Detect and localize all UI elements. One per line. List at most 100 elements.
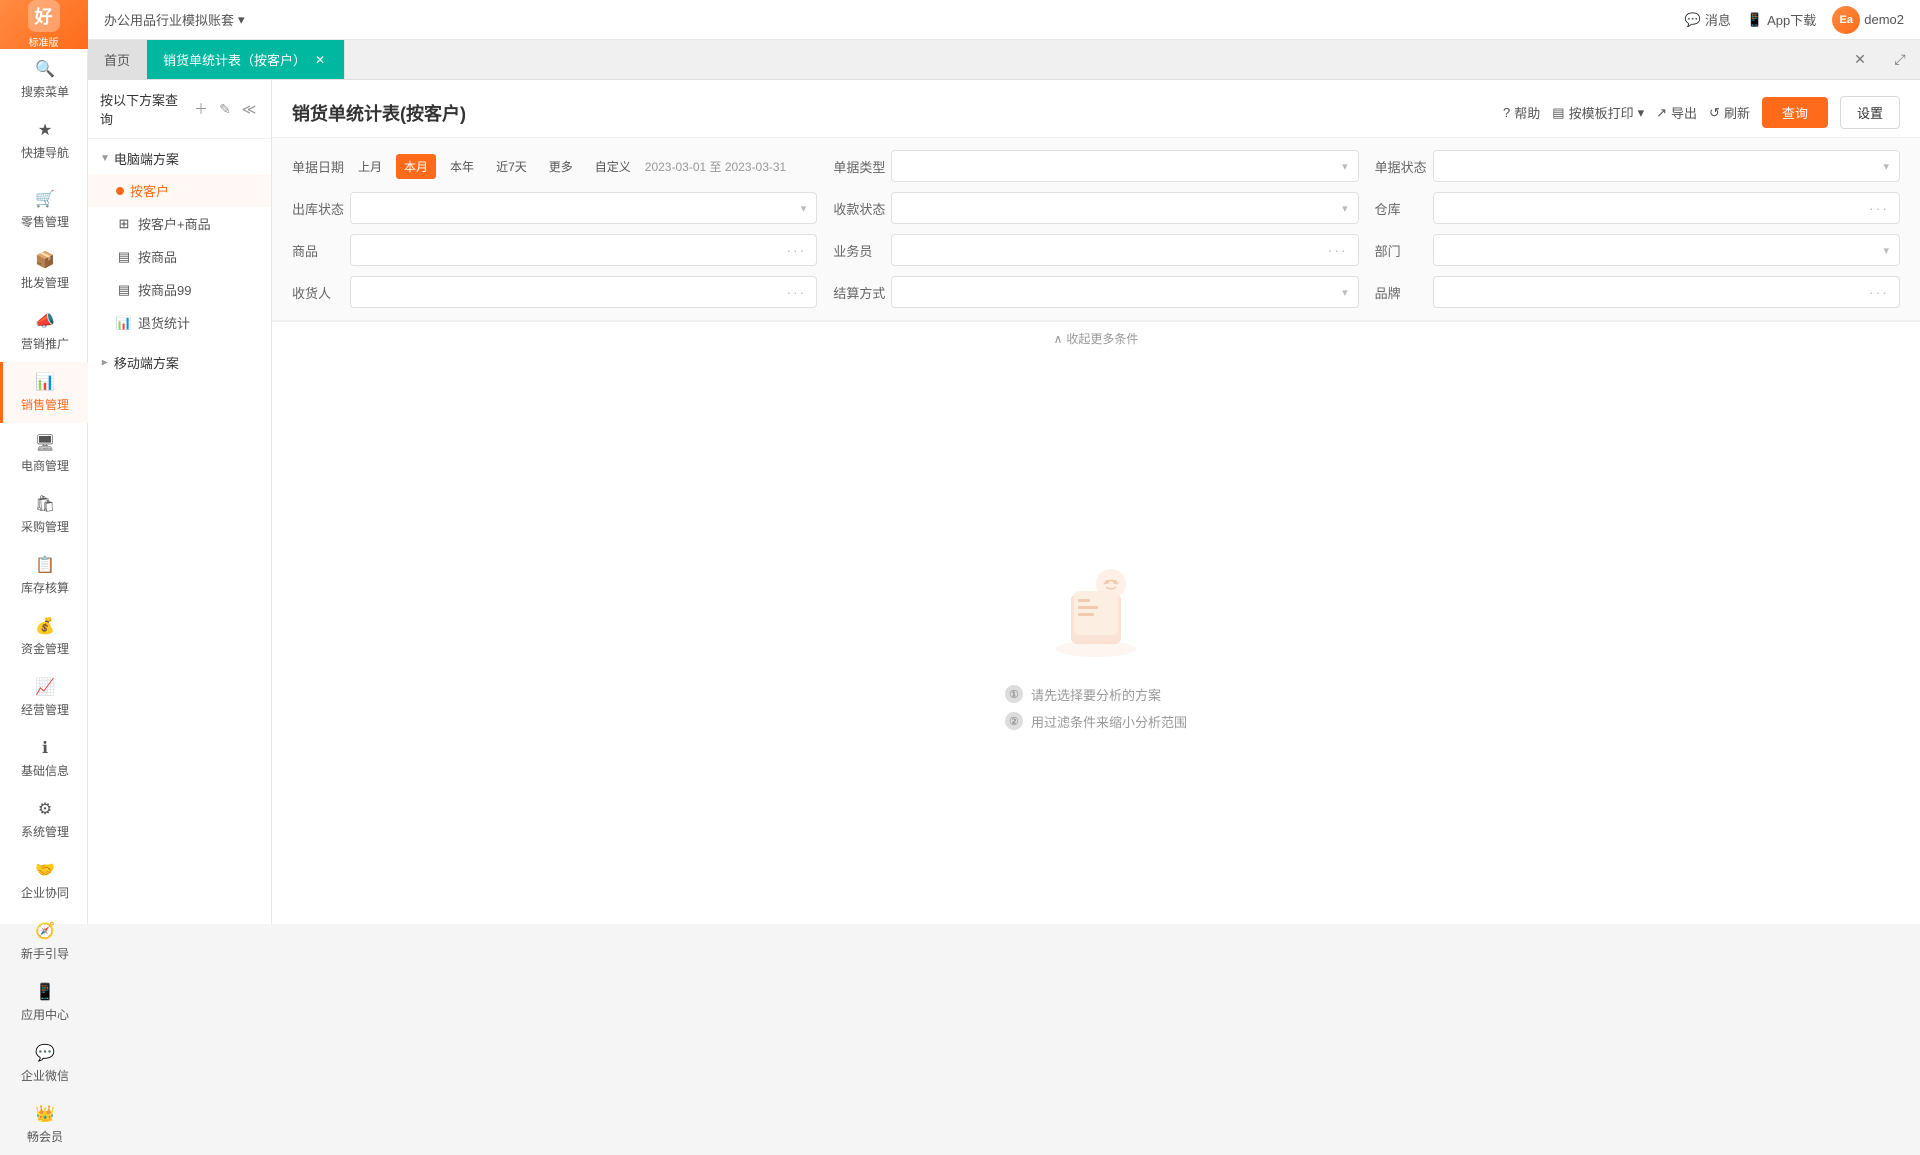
filter-area: 单据日期 上月 本月 本年 近7天 更多 自定义 2023-03-01 至 20… xyxy=(272,138,1920,321)
sidebar-item-app-center[interactable]: 📱 应用中心 xyxy=(0,972,88,1033)
payment-status-chevron: ▾ xyxy=(1342,202,1348,215)
date-shortcut-last-month[interactable]: 上月 xyxy=(350,154,390,179)
sidebar-item-member[interactable]: 👑 畅会员 xyxy=(0,1094,88,1155)
settlement-select[interactable]: ▾ xyxy=(891,276,1358,308)
template-print-icon: ▤ xyxy=(1552,105,1564,121)
add-scheme-button[interactable]: ＋ xyxy=(191,99,211,119)
date-shortcut-this-month[interactable]: 本月 xyxy=(396,154,436,179)
export-icon: ↗ xyxy=(1656,105,1667,121)
query-button[interactable]: 查询 xyxy=(1762,97,1828,128)
refresh-icon: ↺ xyxy=(1709,105,1720,121)
sidebar-item-purchase-mgmt[interactable]: 🛍 采购管理 xyxy=(0,484,88,545)
sidebar-item-finance-mgmt[interactable]: 💰 资金管理 xyxy=(0,606,88,667)
doc-type-select[interactable]: ▾ xyxy=(891,150,1358,182)
sidebar-item-ecommerce-mgmt[interactable]: 🖥 电商管理 xyxy=(0,423,88,484)
sales-mgmt-icon: 📊 xyxy=(35,372,55,392)
product-filter-item: 商品 ··· xyxy=(292,234,817,266)
template-print-action[interactable]: ▤ 按模板打印 ▾ xyxy=(1552,103,1644,122)
settlement-chevron: ▾ xyxy=(1342,286,1348,299)
salesperson-dots: ··· xyxy=(1328,242,1348,258)
sidebar-item-basic-info[interactable]: ℹ 基础信息 xyxy=(0,728,88,789)
settings-button[interactable]: 设置 xyxy=(1840,96,1900,129)
mobile-section: ▼ 移动端方案 xyxy=(88,343,271,382)
sidebar-item-enterprise-wechat[interactable]: 💬 企业微信 xyxy=(0,1033,88,1094)
export-action[interactable]: ↗ 导出 xyxy=(1656,103,1697,122)
sidebar-item-search-menu[interactable]: 🔍 搜索菜单 xyxy=(0,49,88,110)
scheme-item-by-customer[interactable]: 按客户 xyxy=(88,174,271,207)
sys-mgmt-icon: ⚙ xyxy=(35,799,55,819)
app-logo[interactable]: 好 标准版 xyxy=(0,0,88,49)
member-icon: 👑 xyxy=(35,1104,55,1124)
basic-info-icon: ℹ xyxy=(35,738,55,758)
user-profile[interactable]: Ea demo2 xyxy=(1832,6,1904,34)
recipient-dots: ··· xyxy=(786,284,806,300)
collapse-icon: ∧ xyxy=(1054,332,1063,346)
product-icon: ▤ xyxy=(116,249,132,265)
logo-text: 标准版 xyxy=(29,34,59,49)
refresh-action[interactable]: ↺ 刷新 xyxy=(1709,103,1750,122)
tab-sales-stat[interactable]: 销货单统计表（按客户） ✕ xyxy=(147,40,345,79)
collapse-button[interactable]: ∧ 收起更多条件 xyxy=(1046,328,1147,349)
tab-home[interactable]: 首页 xyxy=(88,40,147,79)
top-header-left: 办公用品行业模拟账套 ▾ xyxy=(104,10,245,29)
left-panel-actions: ＋ ✎ ≪ xyxy=(191,99,259,119)
search-menu-icon: 🔍 xyxy=(35,59,55,79)
sidebar-item-sales-mgmt[interactable]: 📊 销售管理 xyxy=(0,362,88,423)
desktop-section-header[interactable]: ▼ 电脑端方案 xyxy=(88,143,271,174)
date-shortcut-more[interactable]: 更多 xyxy=(541,154,581,179)
tab-close-button[interactable]: ✕ xyxy=(312,52,328,68)
left-panel: 按以下方案查询 ＋ ✎ ≪ ▼ 电脑端方案 按客户 ⊞ 按客 xyxy=(88,80,272,924)
department-filter-item: 部门 ▾ xyxy=(1375,234,1900,266)
active-indicator xyxy=(116,187,124,195)
empty-tip-2: ② 用过滤条件来缩小分析范围 xyxy=(1005,712,1187,731)
sidebar-item-enterprise-collab[interactable]: 🤝 企业协同 xyxy=(0,850,88,911)
collapse-panel-button[interactable]: ≪ xyxy=(239,99,259,119)
finance-mgmt-icon: 💰 xyxy=(35,616,55,636)
scheme-item-return-stat[interactable]: 📊 退货统计 xyxy=(88,306,271,339)
window-close-button[interactable]: ✕ xyxy=(1840,40,1880,80)
doc-status-select[interactable]: ▾ xyxy=(1433,150,1900,182)
message-action[interactable]: 💬 消息 xyxy=(1685,10,1731,29)
customer-product-icon: ⊞ xyxy=(116,216,132,232)
date-shortcut-last-7-days[interactable]: 近7天 xyxy=(488,154,535,179)
window-maximize-button[interactable]: ⤢ xyxy=(1880,40,1920,80)
inventory-check-icon: 📋 xyxy=(35,555,55,575)
logo-icon: 好 xyxy=(28,0,60,32)
scheme-item-by-product[interactable]: ▤ 按商品 xyxy=(88,240,271,273)
page-title: 销货单统计表(按客户) xyxy=(292,100,466,126)
content-area: 按以下方案查询 ＋ ✎ ≪ ▼ 电脑端方案 按客户 ⊞ 按客 xyxy=(88,80,1920,924)
scheme-item-by-customer-product[interactable]: ⊞ 按客户+商品 xyxy=(88,207,271,240)
doc-status-filter-item: 单据状态 ▾ xyxy=(1375,150,1900,182)
doc-type-chevron: ▾ xyxy=(1342,160,1348,173)
warehouse-select[interactable]: ··· xyxy=(1433,192,1900,224)
edit-scheme-button[interactable]: ✎ xyxy=(215,99,235,119)
out-warehouse-select[interactable]: ▾ xyxy=(350,192,817,224)
empty-tip-1: ① 请先选择要分析的方案 xyxy=(1005,685,1187,704)
collapse-bar[interactable]: ∧ 收起更多条件 xyxy=(272,321,1920,355)
doc-status-chevron: ▾ xyxy=(1883,160,1889,173)
sidebar-item-quick-nav[interactable]: ★ 快捷导航 xyxy=(0,110,88,171)
sidebar-item-wholesale-mgmt[interactable]: 📦 批发管理 xyxy=(0,240,88,301)
brand-select[interactable]: ··· xyxy=(1433,276,1900,308)
scheme-item-by-product-99[interactable]: ▤ 按商品99 xyxy=(88,273,271,306)
sidebar-item-sys-mgmt[interactable]: ⚙ 系统管理 xyxy=(0,789,88,850)
sidebar-item-inventory-check[interactable]: 📋 库存核算 xyxy=(0,545,88,606)
payment-status-select[interactable]: ▾ xyxy=(891,192,1358,224)
sidebar-item-biz-mgmt[interactable]: 📈 经营管理 xyxy=(0,667,88,728)
sidebar-item-marketing[interactable]: 📣 营销推广 xyxy=(0,301,88,362)
mobile-section-header[interactable]: ▼ 移动端方案 xyxy=(88,347,271,378)
department-select[interactable]: ▾ xyxy=(1433,234,1900,266)
app-download-action[interactable]: 📱 App下载 xyxy=(1747,10,1816,29)
sidebar-item-newbie-guide[interactable]: 🧭 新手引导 xyxy=(0,911,88,972)
product-select[interactable]: ··· xyxy=(350,234,817,266)
help-action[interactable]: ? 帮助 xyxy=(1503,103,1540,122)
message-icon: 💬 xyxy=(1685,12,1701,28)
product-99-icon: ▤ xyxy=(116,282,132,298)
date-shortcut-this-year[interactable]: 本年 xyxy=(442,154,482,179)
salesperson-select[interactable]: ··· xyxy=(891,234,1358,266)
recipient-select[interactable]: ··· xyxy=(350,276,817,308)
ecommerce-mgmt-icon: 🖥 xyxy=(35,433,55,453)
industry-selector[interactable]: 办公用品行业模拟账套 ▾ xyxy=(104,10,245,29)
date-shortcut-custom[interactable]: 自定义 xyxy=(587,154,639,179)
sidebar-item-retail-mgmt[interactable]: 🛒 零售管理 xyxy=(0,179,88,240)
